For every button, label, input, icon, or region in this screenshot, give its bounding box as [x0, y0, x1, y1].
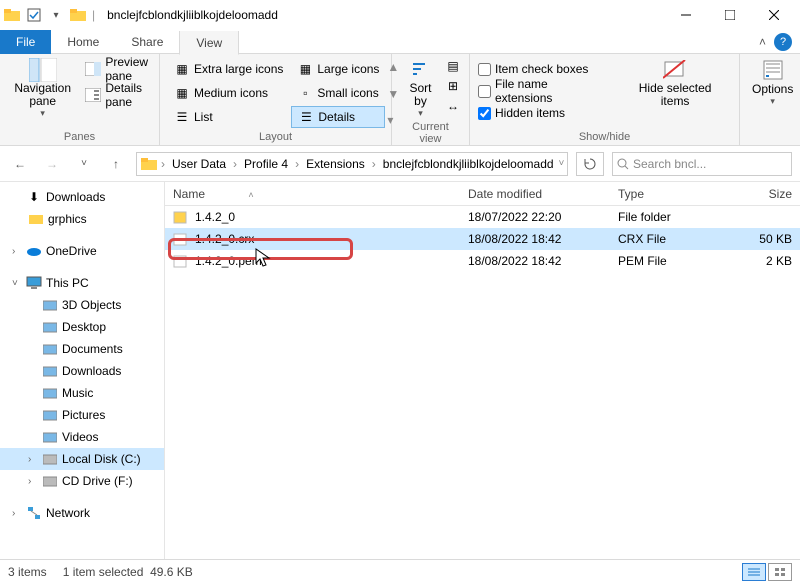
tree-music[interactable]: Music	[0, 382, 164, 404]
folder-icon	[141, 156, 157, 172]
address-bar: ← → ˅ ↑ › User Data› Profile 4› Extensio…	[0, 146, 800, 182]
breadcrumb[interactable]: › User Data› Profile 4› Extensions› bncl…	[136, 152, 568, 176]
navigation-pane-button[interactable]: Navigation pane ▾	[8, 58, 77, 129]
tree-downloads[interactable]: ⬇Downloads	[0, 186, 164, 208]
size-columns-icon[interactable]: ↔	[445, 98, 461, 114]
file-extensions-toggle[interactable]: File name extensions	[478, 80, 607, 102]
network-icon	[26, 505, 42, 521]
title-bar: ▾ | bnclejfcblondkjliiblkojdeloomadd	[0, 0, 800, 30]
layout-extra-large[interactable]: ▦Extra large icons	[168, 58, 289, 80]
nav-tree: ⬇Downloads grphics ›OneDrive ˅This PC 3D…	[0, 182, 165, 559]
layout-group-label: Layout	[168, 131, 383, 143]
panes-group-label: Panes	[8, 131, 151, 143]
tree-pictures[interactable]: Pictures	[0, 404, 164, 426]
file-row[interactable]: 1.4.2_018/07/2022 22:20File folder	[165, 206, 800, 228]
tree-thispc[interactable]: ˅This PC	[0, 272, 164, 294]
breadcrumb-dropdown[interactable]: ˅	[559, 158, 565, 169]
details-view-button[interactable]	[742, 563, 766, 581]
add-columns-icon[interactable]: ⊞	[445, 78, 461, 94]
tree-onedrive[interactable]: ›OneDrive	[0, 240, 164, 262]
layout-large[interactable]: ▦Large icons	[291, 58, 385, 80]
navigation-pane-label: Navigation pane	[12, 82, 73, 108]
col-name[interactable]: Name ˄	[165, 187, 460, 201]
sort-by-button[interactable]: Sort by ▾	[400, 58, 441, 119]
back-button[interactable]: ←	[8, 152, 32, 176]
details-pane-button[interactable]: Details pane	[85, 84, 151, 106]
up-button[interactable]: ↑	[104, 152, 128, 176]
status-item-count: 3 items	[8, 565, 47, 579]
layout-small[interactable]: ▫Small icons	[291, 82, 385, 104]
folder-icon	[28, 211, 44, 227]
group-by-icon[interactable]: ▤	[445, 58, 461, 74]
tree-grphics[interactable]: grphics	[0, 208, 164, 230]
ribbon-tabs: File Home Share View ˄ ?	[0, 30, 800, 54]
refresh-button[interactable]	[576, 152, 604, 176]
help-icon[interactable]: ?	[774, 33, 792, 51]
search-icon	[617, 158, 629, 170]
ribbon: Navigation pane ▾ Preview pane Details p…	[0, 54, 800, 146]
hide-selected-button[interactable]: Hide selected items	[619, 58, 731, 129]
pc-icon	[26, 275, 42, 291]
layout-medium[interactable]: ▦Medium icons	[168, 82, 289, 104]
layout-list[interactable]: ☰List	[168, 106, 289, 128]
crumb-extensions[interactable]: Extensions	[303, 157, 368, 171]
folder-icon	[4, 7, 20, 23]
crumb-current[interactable]: bnclejfcblondkjliiblkojdeloomadd	[380, 157, 557, 171]
status-selected: 1 item selected 49.6 KB	[63, 565, 193, 579]
window-title: bnclejfcblondkjliiblkojdeloomadd	[107, 8, 278, 22]
crumb-profile4[interactable]: Profile 4	[241, 157, 291, 171]
tab-home[interactable]: Home	[51, 30, 115, 54]
crumb-userdata[interactable]: User Data	[169, 157, 229, 171]
currentview-group-label: Current view	[400, 121, 461, 145]
folder2-icon	[70, 7, 86, 23]
forward-button[interactable]: →	[40, 152, 64, 176]
onedrive-icon	[26, 243, 42, 259]
options-button[interactable]: Options ▾	[748, 58, 797, 129]
recent-locations-button[interactable]: ˅	[72, 152, 96, 176]
col-date[interactable]: Date modified	[460, 187, 610, 201]
tree-desktop[interactable]: Desktop	[0, 316, 164, 338]
file-list: Name ˄ Date modified Type Size 1.4.2_018…	[165, 182, 800, 559]
tree-3d-objects[interactable]: 3D Objects	[0, 294, 164, 316]
tab-file[interactable]: File	[0, 30, 51, 54]
collapse-ribbon-icon[interactable]: ˄	[759, 35, 766, 49]
download-icon: ⬇	[26, 189, 42, 205]
close-button[interactable]	[752, 1, 796, 29]
showhide-group-label: Show/hide	[478, 131, 731, 143]
tree-downloads[interactable]: Downloads	[0, 360, 164, 382]
tab-view[interactable]: View	[179, 31, 239, 55]
file-row[interactable]: 1.4.2_0.pem18/08/2022 18:42PEM File2 KB	[165, 250, 800, 272]
col-type[interactable]: Type	[610, 187, 720, 201]
hidden-items-toggle[interactable]: Hidden items	[478, 102, 607, 124]
tree-cd-drive-f-[interactable]: ›CD Drive (F:)	[0, 470, 164, 492]
qat-checkbox-icon[interactable]	[26, 7, 42, 23]
tab-share[interactable]: Share	[115, 30, 179, 54]
tree-network[interactable]: ›Network	[0, 502, 164, 524]
tree-videos[interactable]: Videos	[0, 426, 164, 448]
layout-details[interactable]: ☰Details	[291, 106, 385, 128]
search-input[interactable]: Search bncl...	[612, 152, 792, 176]
preview-pane-button[interactable]: Preview pane	[85, 58, 151, 80]
minimize-button[interactable]	[664, 1, 708, 29]
maximize-button[interactable]	[708, 1, 752, 29]
tree-documents[interactable]: Documents	[0, 338, 164, 360]
thumbnails-view-button[interactable]	[768, 563, 792, 581]
qat-dropdown-icon[interactable]: ▾	[48, 7, 64, 23]
status-bar: 3 items 1 item selected 49.6 KB	[0, 559, 800, 583]
col-size[interactable]: Size	[720, 187, 800, 201]
tree-local-disk-c-[interactable]: ›Local Disk (C:)	[0, 448, 164, 470]
file-row[interactable]: 1.4.2_0.crx18/08/2022 18:42CRX File50 KB	[165, 228, 800, 250]
